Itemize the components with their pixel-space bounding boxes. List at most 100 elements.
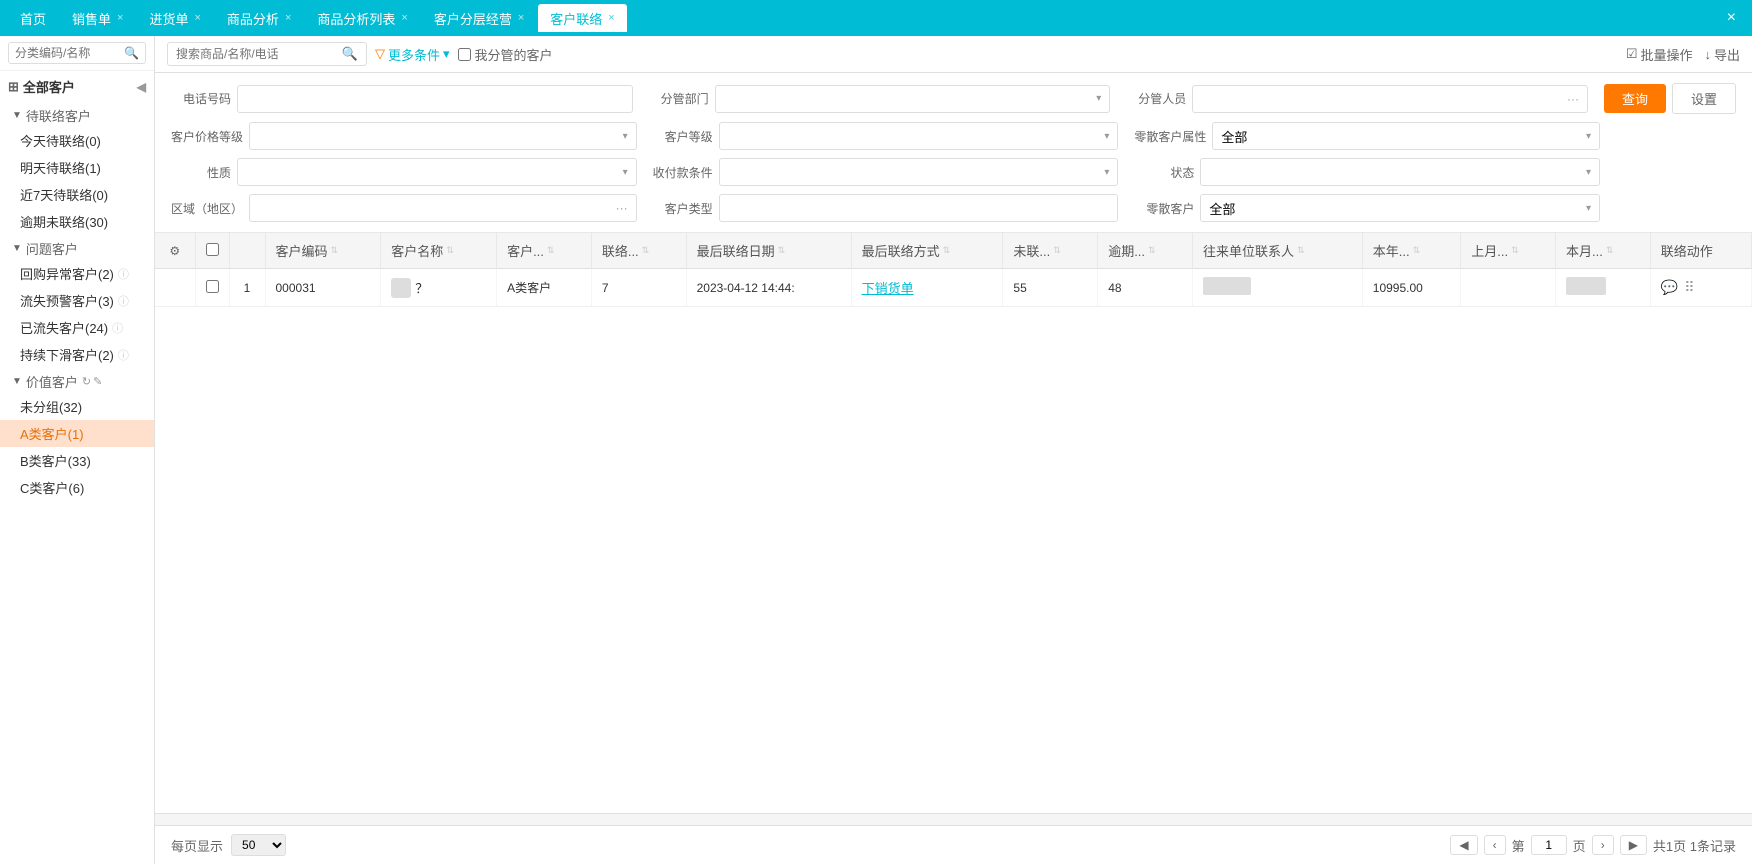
edit-icon[interactable]: ✎ xyxy=(93,375,102,388)
col-last-contact-method[interactable]: 最后联络方式 ⇅ xyxy=(851,233,1003,269)
sidebar-group-value[interactable]: ▼ 价值客户 ↻ ✎ xyxy=(0,368,154,393)
nav-tab-customer-contact[interactable]: 客户联络 × xyxy=(538,4,626,32)
close-customer-mgmt-tab[interactable]: × xyxy=(518,12,524,24)
price-level-label: 客户价格等级 xyxy=(171,128,243,145)
close-customer-contact-tab[interactable]: × xyxy=(608,12,614,24)
filter-search-icon[interactable]: 🔍 xyxy=(342,46,358,62)
col-no-contact[interactable]: 未联... ⇅ xyxy=(1003,233,1098,269)
select-all-checkbox[interactable] xyxy=(206,243,219,256)
last-page-button[interactable]: ▶ xyxy=(1620,835,1647,855)
first-page-button[interactable]: ◀ xyxy=(1450,835,1477,855)
page-number-input[interactable] xyxy=(1531,835,1567,855)
manager-select[interactable]: ··· xyxy=(1192,85,1588,113)
all-customers-header[interactable]: ⊞ 全部客户 ◀ xyxy=(0,71,154,102)
my-customer-checkbox[interactable]: 我分管的客户 xyxy=(458,45,553,64)
page-size-select[interactable]: 50 100 200 xyxy=(231,834,286,856)
col-last-month[interactable]: 上月... ⇅ xyxy=(1461,233,1556,269)
col-last-contact-date[interactable]: 最后联络日期 ⇅ xyxy=(686,233,851,269)
sidebar-item-today[interactable]: 今天待联络(0) xyxy=(0,127,154,154)
sidebar-group-problem[interactable]: ▼ 问题客户 xyxy=(0,235,154,260)
region-select[interactable]: ··· xyxy=(249,194,637,222)
col-contact[interactable]: 联络... ⇅ xyxy=(591,233,686,269)
sidebar-item-class-a[interactable]: A类客户(1) xyxy=(0,420,154,447)
sidebar-item-overdue[interactable]: 逾期未联络(30) xyxy=(0,208,154,235)
contact-method-link[interactable]: 下销货单 xyxy=(862,281,914,296)
action-icons-group: 💬 ⠿ xyxy=(1661,279,1741,296)
col-this-month[interactable]: 本月... ⇅ xyxy=(1556,233,1651,269)
dept-arrow-icon: ▾ xyxy=(1096,93,1101,104)
sidebar-item-class-c[interactable]: C类客户(6) xyxy=(0,474,154,501)
sidebar-item-churned[interactable]: 已流失客户(24) ⓘ xyxy=(0,314,154,341)
retail-select[interactable]: 全部 ▾ xyxy=(1200,194,1600,222)
row-checkbox xyxy=(195,269,229,307)
info-icon-4: ⓘ xyxy=(118,347,129,363)
sidebar-item-7days[interactable]: 近7天待联络(0) xyxy=(0,181,154,208)
row-select-checkbox[interactable] xyxy=(206,280,219,293)
close-sales-tab[interactable]: × xyxy=(117,12,123,24)
grid-icon: ⊞ xyxy=(8,79,19,95)
method-sort-icon: ⇅ xyxy=(943,245,951,256)
setting-button[interactable]: 设置 xyxy=(1672,83,1736,114)
overdue-sort-icon: ⇅ xyxy=(1148,245,1156,256)
nature-select[interactable]: ▾ xyxy=(237,158,637,186)
phone-input[interactable] xyxy=(237,85,633,113)
close-analysis-list-tab[interactable]: × xyxy=(401,12,407,24)
col-this-year[interactable]: 本年... ⇅ xyxy=(1362,233,1460,269)
next-page-button[interactable]: › xyxy=(1592,835,1614,855)
customer-type-select[interactable] xyxy=(719,194,1119,222)
sidebar-collapse-button[interactable]: ◀ xyxy=(137,80,146,94)
col-customer-type[interactable]: 客户... ⇅ xyxy=(497,233,592,269)
refresh-icon[interactable]: ↻ xyxy=(82,375,91,388)
batch-ops-button[interactable]: ☑ 批量操作 xyxy=(1626,45,1693,64)
search-button[interactable]: 查询 xyxy=(1604,84,1666,113)
horizontal-scrollbar[interactable] xyxy=(155,813,1752,825)
sidebar-item-churn-warning[interactable]: 流失预警客户(3) ⓘ xyxy=(0,287,154,314)
col-checkbox xyxy=(195,233,229,269)
advanced-filter: 电话号码 分管部门 ▾ 分管人员 ··· xyxy=(155,73,1752,233)
customer-name-text: ？ xyxy=(415,278,428,297)
lastmonth-sort-icon: ⇅ xyxy=(1511,245,1519,256)
filter-search-input[interactable] xyxy=(176,47,342,61)
sidebar-item-ungrouped[interactable]: 未分组(32) xyxy=(0,393,154,420)
payment-select[interactable]: ▾ xyxy=(719,158,1119,186)
retail-attr-select[interactable]: 全部 ▾ xyxy=(1212,122,1600,150)
nav-tab-customer-mgmt[interactable]: 客户分层经营 × xyxy=(422,4,536,32)
filter-bar: 🔍 ▽ 更多条件 ▾ 我分管的客户 ☑ 批量操作 ↓ 导出 xyxy=(155,36,1752,73)
row-no-contact: 55 xyxy=(1003,269,1098,307)
more-filter-button[interactable]: ▽ 更多条件 ▾ xyxy=(375,45,450,64)
window-close-button[interactable]: × xyxy=(1719,9,1744,27)
sidebar-item-declining[interactable]: 持续下滑客户(2) ⓘ xyxy=(0,341,154,368)
price-level-select[interactable]: ▾ xyxy=(249,122,637,150)
payment-arrow-icon: ▾ xyxy=(1104,167,1109,178)
nav-tab-analysis[interactable]: 商品分析 × xyxy=(215,4,303,32)
col-name[interactable]: 客户名称 ⇅ xyxy=(381,233,497,269)
contact-sort-icon: ⇅ xyxy=(642,245,650,256)
nav-home[interactable]: 首页 xyxy=(8,4,58,32)
nature-label: 性质 xyxy=(171,164,231,181)
chat-icon[interactable]: 💬 xyxy=(1661,279,1678,296)
nav-tab-purchase[interactable]: 进货单 × xyxy=(137,4,212,32)
nav-tab-analysis-list[interactable]: 商品分析列表 × xyxy=(305,4,419,32)
customer-level-select[interactable]: ▾ xyxy=(719,122,1119,150)
sidebar-item-class-b[interactable]: B类客户(33) xyxy=(0,447,154,474)
prev-page-button[interactable]: ‹ xyxy=(1484,835,1506,855)
row-gear xyxy=(155,269,195,307)
dept-select[interactable]: ▾ xyxy=(715,85,1111,113)
retail-value: 全部 xyxy=(1209,199,1235,218)
qr-icon[interactable]: ⠿ xyxy=(1684,279,1694,296)
status-select[interactable]: ▾ xyxy=(1200,158,1600,186)
col-prev-contacts[interactable]: 往来单位联系人 ⇅ xyxy=(1192,233,1362,269)
sidebar-group-pending[interactable]: ▼ 待联络客户 xyxy=(0,102,154,127)
close-purchase-tab[interactable]: × xyxy=(194,12,200,24)
col-code[interactable]: 客户编码 ⇅ xyxy=(265,233,381,269)
col-overdue[interactable]: 逾期... ⇅ xyxy=(1098,233,1193,269)
my-customer-check[interactable] xyxy=(458,48,471,61)
close-analysis-tab[interactable]: × xyxy=(285,12,291,24)
nav-tab-sales[interactable]: 销售单 × xyxy=(60,4,135,32)
export-button[interactable]: ↓ 导出 xyxy=(1704,45,1740,64)
nocontact-sort-icon: ⇅ xyxy=(1053,245,1061,256)
sidebar-item-repurchase-anomaly[interactable]: 回购异常客户(2) ⓘ xyxy=(0,260,154,287)
col-gear[interactable]: ⚙ xyxy=(155,233,195,269)
sidebar-item-tomorrow[interactable]: 明天待联络(1) xyxy=(0,154,154,181)
filter-row-1: 电话号码 分管部门 ▾ 分管人员 ··· xyxy=(171,83,1736,114)
